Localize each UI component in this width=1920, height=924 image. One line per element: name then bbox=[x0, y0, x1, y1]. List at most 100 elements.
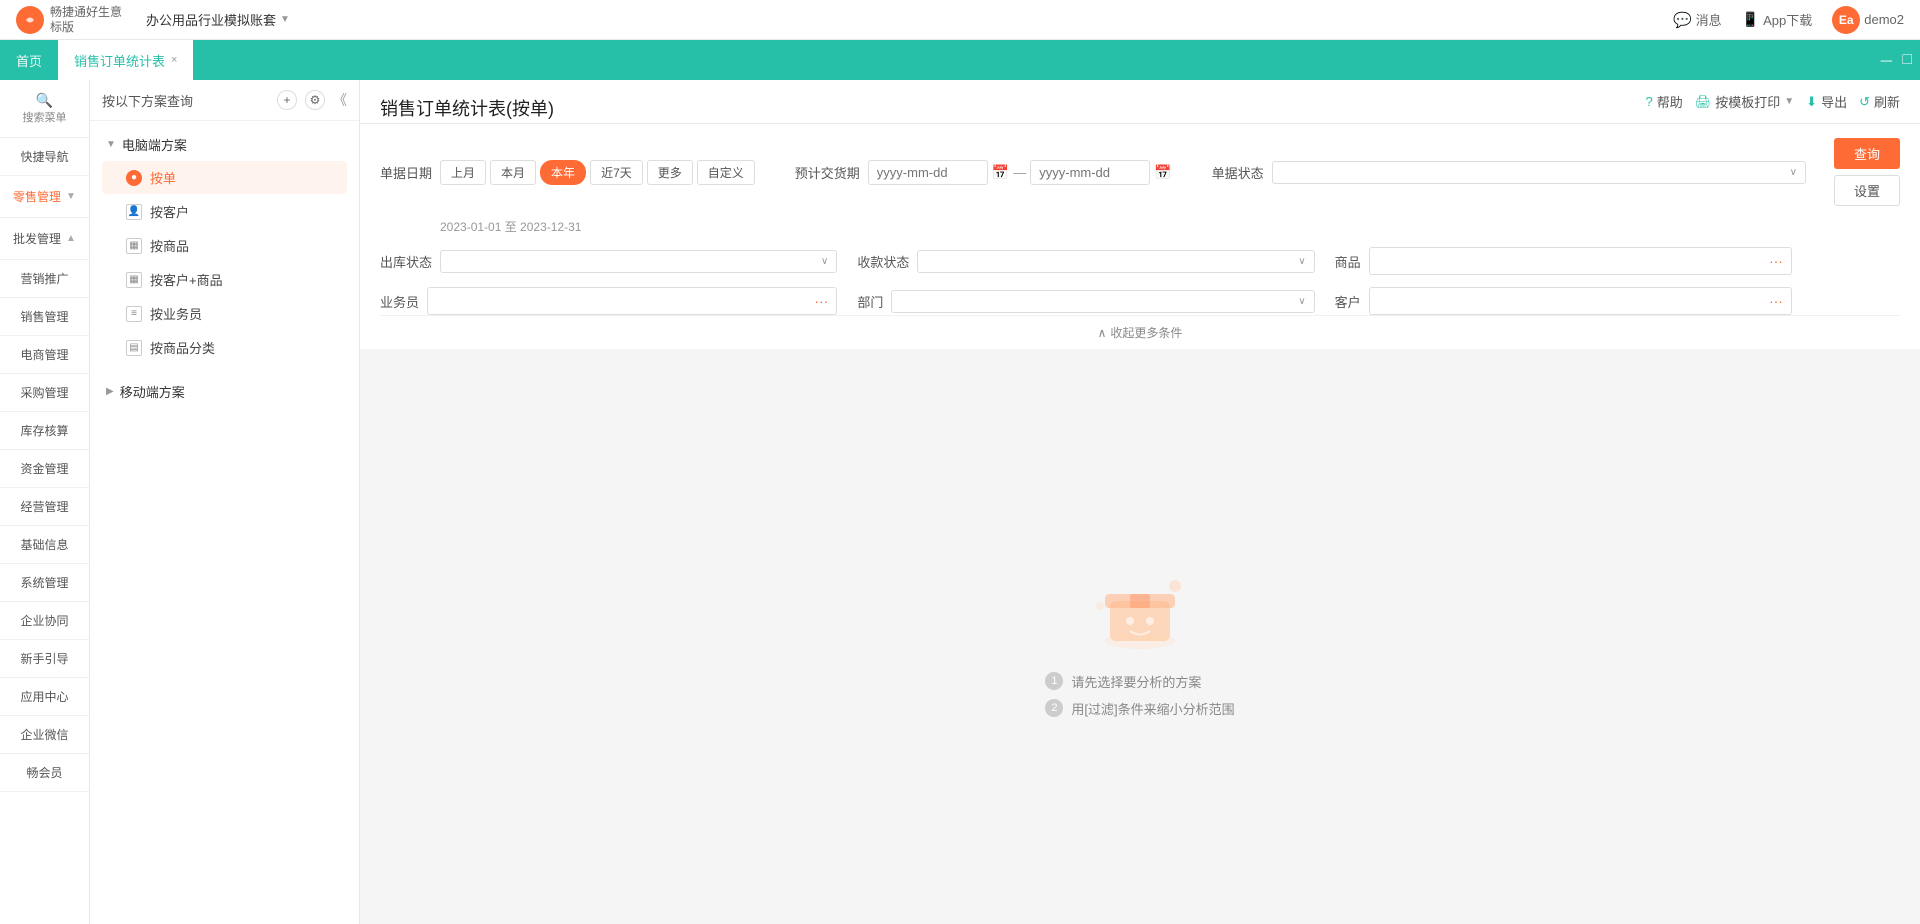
sidebar-item-inventory[interactable]: 库存核算 bbox=[0, 412, 89, 450]
scheme-icon-category: ▤ bbox=[126, 340, 142, 356]
date-btn-last-7-days[interactable]: 近7天 bbox=[590, 160, 643, 185]
scheme-item-by-goods-category[interactable]: ▤ 按商品分类 bbox=[102, 331, 347, 364]
print-template-button[interactable]: 🖨 按模板打印 ▼ bbox=[1695, 92, 1794, 111]
sidebar-item-retail[interactable]: 零售管理 ▼ bbox=[0, 176, 89, 218]
message-button[interactable]: 💬 消息 bbox=[1673, 10, 1722, 29]
header-left: 畅捷通好生意 标版 办公用品行业模拟账套 ▼ bbox=[16, 5, 290, 34]
customer-more-icon[interactable]: ··· bbox=[1769, 293, 1783, 309]
pc-group-header[interactable]: ▼ 电脑端方案 bbox=[102, 129, 347, 160]
date-btn-last-month[interactable]: 上月 bbox=[440, 160, 486, 185]
sidebar-label-basic: 基础信息 bbox=[20, 536, 68, 553]
goods-input[interactable]: ··· bbox=[1369, 247, 1792, 275]
sidebar-item-system[interactable]: 系统管理 bbox=[0, 564, 89, 602]
search-icon: 🔍 bbox=[36, 92, 53, 108]
empty-hints: 1 请先选择要分析的方案 2 用[过滤]条件来缩小分析范围 bbox=[1045, 672, 1234, 718]
ship-status-select[interactable]: ∨ bbox=[440, 250, 837, 273]
expected-date-label: 预计交货期 bbox=[795, 163, 860, 182]
app-download-button[interactable]: 📱 App下载 bbox=[1742, 10, 1813, 29]
payment-status-label: 收款状态 bbox=[857, 252, 909, 271]
print-arrow-icon: ▼ bbox=[1784, 96, 1794, 107]
add-scheme-button[interactable]: + bbox=[277, 90, 297, 110]
dept-select[interactable]: ∨ bbox=[891, 290, 1314, 313]
window-minimize-icon[interactable]: － bbox=[1878, 48, 1894, 72]
dept-caret-icon: ∨ bbox=[1298, 296, 1305, 307]
date-btn-custom[interactable]: 自定义 bbox=[697, 160, 755, 185]
payment-status-select[interactable]: ∨ bbox=[917, 250, 1314, 273]
scheme-item-by-customer-goods[interactable]: ▦ 按客户+商品 bbox=[102, 263, 347, 296]
sidebar-label-business: 经营管理 bbox=[20, 498, 68, 515]
empty-hint-1: 1 请先选择要分析的方案 bbox=[1045, 672, 1234, 691]
tab-bar: 首页 销售订单统计表 × － □ bbox=[0, 40, 1920, 80]
collapse-filter-button[interactable]: ∧ 收起更多条件 bbox=[380, 315, 1900, 349]
expected-date-start-input[interactable] bbox=[868, 160, 988, 185]
scheme-item-by-salesman[interactable]: ≡ 按业务员 bbox=[102, 297, 347, 330]
scheme-item-by-customer[interactable]: 👤 按客户 bbox=[102, 195, 347, 228]
sidebar-item-business[interactable]: 经营管理 bbox=[0, 488, 89, 526]
goods-more-icon[interactable]: ··· bbox=[1769, 253, 1783, 269]
filter-container: 单据日期 上月 本月 本年 近7天 更多 自定义 预计交货期 bbox=[360, 124, 1920, 349]
app-logo-icon bbox=[16, 6, 44, 34]
sidebar-item-cooperation[interactable]: 企业协同 bbox=[0, 602, 89, 640]
mobile-group-header[interactable]: ▶ 移动端方案 bbox=[102, 376, 347, 407]
sidebar-label-purchase: 采购管理 bbox=[20, 384, 68, 401]
scheme-item-by-order[interactable]: ● 按单 bbox=[102, 161, 347, 194]
tab-close-icon[interactable]: × bbox=[171, 54, 177, 66]
hint-num-2: 2 bbox=[1045, 699, 1063, 717]
scheme-item-by-goods[interactable]: ▦ 按商品 bbox=[102, 229, 347, 262]
breadcrumb[interactable]: 办公用品行业模拟账套 ▼ bbox=[146, 10, 290, 29]
breadcrumb-arrow-icon: ▼ bbox=[280, 14, 290, 25]
right-panel: 销售订单统计表(按单) ? 帮助 🖨 按模板打印 ▼ ⬇ 导出 bbox=[360, 80, 1920, 924]
tab-sales-order-stats[interactable]: 销售订单统计表 × bbox=[58, 40, 193, 80]
calendar-start-icon[interactable]: 📅 bbox=[992, 164, 1009, 181]
query-button[interactable]: 查询 bbox=[1834, 138, 1900, 169]
scheme-icon-goods: ▦ bbox=[126, 238, 142, 254]
sidebar-item-basic[interactable]: 基础信息 bbox=[0, 526, 89, 564]
hint-num-1: 1 bbox=[1045, 672, 1063, 690]
collapse-panel-button[interactable]: 《 bbox=[333, 90, 347, 110]
export-button[interactable]: ⬇ 导出 bbox=[1806, 92, 1847, 111]
print-icon: 🖨 bbox=[1695, 94, 1712, 110]
help-button[interactable]: ? 帮助 bbox=[1645, 92, 1682, 111]
sidebar-item-newguide[interactable]: 新手引导 bbox=[0, 640, 89, 678]
edit-scheme-button[interactable]: ⚙ bbox=[305, 90, 325, 110]
sidebar-item-appcenter[interactable]: 应用中心 bbox=[0, 678, 89, 716]
customer-input[interactable]: ··· bbox=[1369, 287, 1792, 315]
sidebar-item-member[interactable]: 畅会员 bbox=[0, 754, 89, 792]
date-range-display: 2023-01-01 至 2023-12-31 bbox=[440, 218, 1900, 235]
sidebar-search[interactable]: 🔍 搜索菜单 bbox=[0, 80, 89, 138]
sidebar-item-finance[interactable]: 资金管理 bbox=[0, 450, 89, 488]
sidebar-item-wholesale[interactable]: 批发管理 ▲ bbox=[0, 218, 89, 260]
user-profile[interactable]: Ea demo2 bbox=[1832, 6, 1904, 34]
salesman-input[interactable]: ··· bbox=[427, 287, 837, 315]
sidebar-label-sales: 销售管理 bbox=[20, 308, 68, 325]
page-header: 销售订单统计表(按单) ? 帮助 🖨 按模板打印 ▼ ⬇ 导出 bbox=[360, 80, 1920, 124]
sidebar-item-ecommerce[interactable]: 电商管理 bbox=[0, 336, 89, 374]
window-maximize-icon[interactable]: □ bbox=[1902, 51, 1912, 69]
sidebar-item-purchase[interactable]: 采购管理 bbox=[0, 374, 89, 412]
sidebar-item-marketing[interactable]: 营销推广 bbox=[0, 260, 89, 298]
sidebar-item-sales[interactable]: 销售管理 bbox=[0, 298, 89, 336]
main-layout: 🔍 搜索菜单 快捷导航 零售管理 ▼ 批发管理 ▲ 营销推广 销售管理 电商管理… bbox=[0, 80, 1920, 924]
filter-row-2: 出库状态 ∨ 收款状态 ∨ 商品 bbox=[380, 247, 1900, 275]
tab-home[interactable]: 首页 bbox=[0, 40, 58, 80]
refresh-button[interactable]: ↺ 刷新 bbox=[1859, 92, 1900, 111]
settings-button[interactable]: 设置 bbox=[1834, 175, 1900, 206]
empty-state: 1 请先选择要分析的方案 2 用[过滤]条件来缩小分析范围 bbox=[360, 349, 1920, 924]
page-actions: ? 帮助 🖨 按模板打印 ▼ ⬇ 导出 ↺ 刷新 bbox=[1645, 92, 1900, 123]
left-panel: 按以下方案查询 + ⚙ 《 ▼ 电脑端方案 bbox=[90, 80, 360, 924]
doc-status-caret: ∨ bbox=[1790, 167, 1797, 178]
salesman-more-icon[interactable]: ··· bbox=[814, 293, 828, 309]
date-btn-more[interactable]: 更多 bbox=[647, 160, 693, 185]
sidebar-quick-nav[interactable]: 快捷导航 bbox=[0, 138, 89, 176]
expected-date-end-input[interactable] bbox=[1030, 160, 1150, 185]
download-icon: 📱 bbox=[1742, 11, 1759, 28]
calendar-end-icon[interactable]: 📅 bbox=[1154, 164, 1171, 181]
date-btn-this-year[interactable]: 本年 bbox=[540, 160, 586, 185]
sidebar-label-cooperation: 企业协同 bbox=[20, 612, 68, 629]
date-btn-this-month[interactable]: 本月 bbox=[490, 160, 536, 185]
avatar: Ea bbox=[1832, 6, 1860, 34]
sidebar-item-wechat[interactable]: 企业微信 bbox=[0, 716, 89, 754]
sidebar-label-marketing: 营销推广 bbox=[20, 270, 68, 287]
doc-status-select[interactable]: ∨ bbox=[1272, 161, 1806, 184]
edit-icon: ⚙ bbox=[310, 93, 321, 107]
